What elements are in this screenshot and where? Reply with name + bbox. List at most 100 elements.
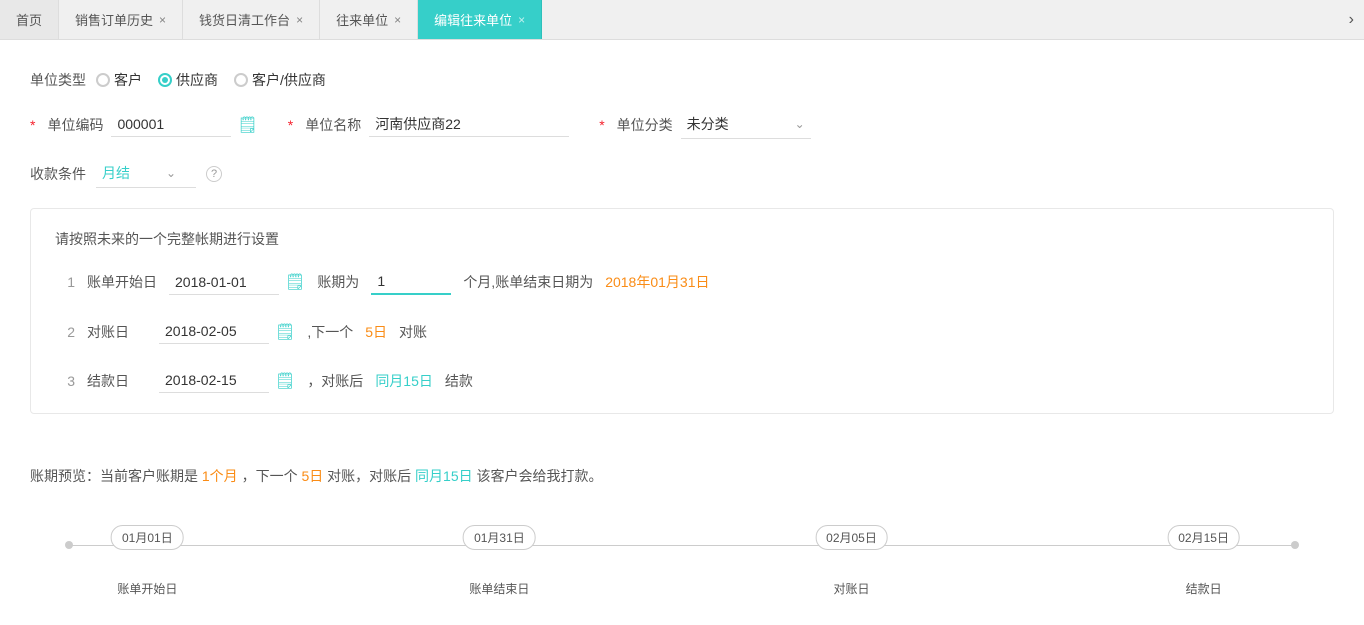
tab-partner-units[interactable]: 往来单位 × <box>320 0 418 39</box>
preview-prefix: 账期预览：当前客户账期是 <box>30 468 198 484</box>
payment-prefix: ，对账后 <box>307 371 363 391</box>
payment-terms-label: 收款条件 <box>30 164 86 184</box>
setting-row-3: 3 结款日 🗒 ，对账后 同月15日 结款 <box>55 368 1309 393</box>
setting-row-1: 1 账单开始日 🗒 账期为 个月,账单结束日期为 2018年01月31日 <box>55 269 1309 295</box>
row-date-1: 🗒 <box>169 270 305 295</box>
tab-sales-history[interactable]: 销售订单历史 × <box>59 0 183 39</box>
timeline-section: 01月01日 账单开始日 01月31日 账单结束日 02月05日 对账日 02月… <box>0 505 1364 625</box>
unit-category-star: * <box>599 117 604 133</box>
preview-highlight2: 5日 <box>301 468 323 484</box>
calendar-icon-3[interactable]: 🗒 <box>275 371 295 391</box>
timeline-point-2: 01月31日 账单结束日 <box>463 525 536 597</box>
main-content: 单位类型 客户 供应商 客户/供应商 * 单位编码 🗒 <box>0 40 1364 454</box>
payment-terms-arrow: ⌄ <box>166 166 176 180</box>
period-suffix-1: 个月,账单结束日期为 <box>463 272 593 292</box>
calendar-icon-1[interactable]: 🗒 <box>285 272 305 292</box>
row-number-1: 1 <box>55 274 75 290</box>
date-input-1[interactable] <box>169 270 279 295</box>
row-date-2: 🗒 <box>159 319 295 344</box>
unit-name-input[interactable] <box>369 112 569 137</box>
row-number-3: 3 <box>55 373 75 389</box>
tab-edit-partner-label: 编辑往来单位 <box>434 10 512 29</box>
unit-code-input[interactable] <box>111 112 231 137</box>
timeline-label-2: 账单结束日 <box>469 580 529 597</box>
radio-both[interactable]: 客户/供应商 <box>234 70 326 90</box>
radio-customer-label: 客户 <box>114 70 142 90</box>
unit-code-star: * <box>30 117 35 133</box>
setting-row-2: 2 对账日 🗒 ,下一个 5日 对账 <box>55 319 1309 344</box>
radio-customer[interactable]: 客户 <box>96 70 142 90</box>
row-label-3: 结款日 <box>87 371 147 391</box>
tab-more-button[interactable]: › <box>1339 0 1364 39</box>
timeline-point-4: 02月15日 结款日 <box>1167 525 1240 597</box>
timeline-node-3: 02月05日 <box>815 525 888 550</box>
payment-suffix: 结款 <box>445 371 473 391</box>
unit-type-label: 单位类型 <box>30 70 86 90</box>
settings-title: 请按照未来的一个完整帐期进行设置 <box>55 229 1309 249</box>
unit-code-label: 单位编码 <box>47 115 103 135</box>
radio-supplier-circle <box>158 73 172 87</box>
reconcile-suffix: 对账 <box>399 322 427 342</box>
radio-both-circle <box>234 73 248 87</box>
settings-box: 请按照未来的一个完整帐期进行设置 1 账单开始日 🗒 账期为 个月,账单结束日期… <box>30 208 1334 414</box>
radio-customer-circle <box>96 73 110 87</box>
date-input-2[interactable] <box>159 319 269 344</box>
unit-category-label: 单位分类 <box>617 115 673 135</box>
unit-category-value: 未分类 <box>687 114 729 134</box>
timeline-dot-left <box>65 541 73 549</box>
unit-name-star: * <box>288 117 293 133</box>
payment-terms-dropdown[interactable]: 月结 ⌄ <box>96 159 196 188</box>
row-date-3: 🗒 <box>159 368 295 393</box>
tab-edit-partner[interactable]: 编辑往来单位 × <box>418 0 542 39</box>
tab-bar: 首页 销售订单历史 × 钱货日清工作台 × 往来单位 × 编辑往来单位 × › <box>0 0 1364 40</box>
tab-cash-work[interactable]: 钱货日清工作台 × <box>183 0 320 39</box>
timeline-dot-right <box>1291 541 1299 549</box>
radio-supplier[interactable]: 供应商 <box>158 70 218 90</box>
tab-partner-units-close[interactable]: × <box>394 13 401 27</box>
timeline-label-1: 账单开始日 <box>117 580 177 597</box>
tab-home-label: 首页 <box>16 10 42 29</box>
tab-cash-work-label: 钱货日清工作台 <box>199 10 290 29</box>
timeline-label-3: 对账日 <box>834 580 870 597</box>
preview-suffix: 该客户会给我打款。 <box>477 468 603 484</box>
unit-info-row: * 单位编码 🗒 * 单位名称 * 单位分类 未分类 ⌄ <box>30 110 1334 139</box>
timeline-label-4: 结款日 <box>1186 580 1222 597</box>
tab-edit-partner-close[interactable]: × <box>518 13 525 27</box>
tab-home[interactable]: 首页 <box>0 0 59 39</box>
unit-type-radio-group: 客户 供应商 客户/供应商 <box>96 70 326 90</box>
preview-middle2: 对账，对账后 <box>327 468 411 484</box>
unit-code-group: * 单位编码 🗒 <box>30 112 258 137</box>
unit-name-label: 单位名称 <box>305 115 361 135</box>
timeline-point-3: 02月05日 对账日 <box>815 525 888 597</box>
reconcile-day-highlight: 5日 <box>365 322 387 342</box>
timeline-node-1: 01月01日 <box>111 525 184 550</box>
preview-highlight3: 同月15日 <box>415 468 473 484</box>
calendar-icon-2[interactable]: 🗒 <box>275 322 295 342</box>
date-input-3[interactable] <box>159 368 269 393</box>
radio-both-label: 客户/供应商 <box>252 70 326 90</box>
period-prefix: 账期为 <box>317 272 359 292</box>
unit-category-dropdown[interactable]: 未分类 ⌄ <box>681 110 811 139</box>
timeline-point-1: 01月01日 账单开始日 <box>111 525 184 597</box>
tab-cash-work-close[interactable]: × <box>296 13 303 27</box>
tab-partner-units-label: 往来单位 <box>336 10 388 29</box>
timeline-wrapper: 01月01日 账单开始日 01月31日 账单结束日 02月05日 对账日 02月… <box>30 525 1334 595</box>
tab-sales-history-label: 销售订单历史 <box>75 10 153 29</box>
payment-terms-value: 月结 <box>102 163 130 183</box>
timeline-node-4: 02月15日 <box>1167 525 1240 550</box>
unit-category-group: * 单位分类 未分类 ⌄ <box>599 110 811 139</box>
timeline-node-2: 01月31日 <box>463 525 536 550</box>
radio-supplier-label: 供应商 <box>176 70 218 90</box>
period-input[interactable] <box>371 269 451 295</box>
tab-sales-history-close[interactable]: × <box>159 13 166 27</box>
unit-code-icon[interactable]: 🗒 <box>237 115 257 135</box>
unit-code-field-wrapper: 🗒 <box>111 112 257 137</box>
preview-highlight1: 1个月 <box>202 468 238 484</box>
payment-day-highlight: 同月15日 <box>375 371 433 391</box>
unit-name-group: * 单位名称 <box>288 112 569 137</box>
preview-middle1: ，下一个 <box>242 468 298 484</box>
row-number-2: 2 <box>55 324 75 340</box>
row-label-1: 账单开始日 <box>87 272 157 292</box>
payment-terms-row: 收款条件 月结 ⌄ ? <box>30 159 1334 188</box>
help-icon[interactable]: ? <box>206 166 222 182</box>
